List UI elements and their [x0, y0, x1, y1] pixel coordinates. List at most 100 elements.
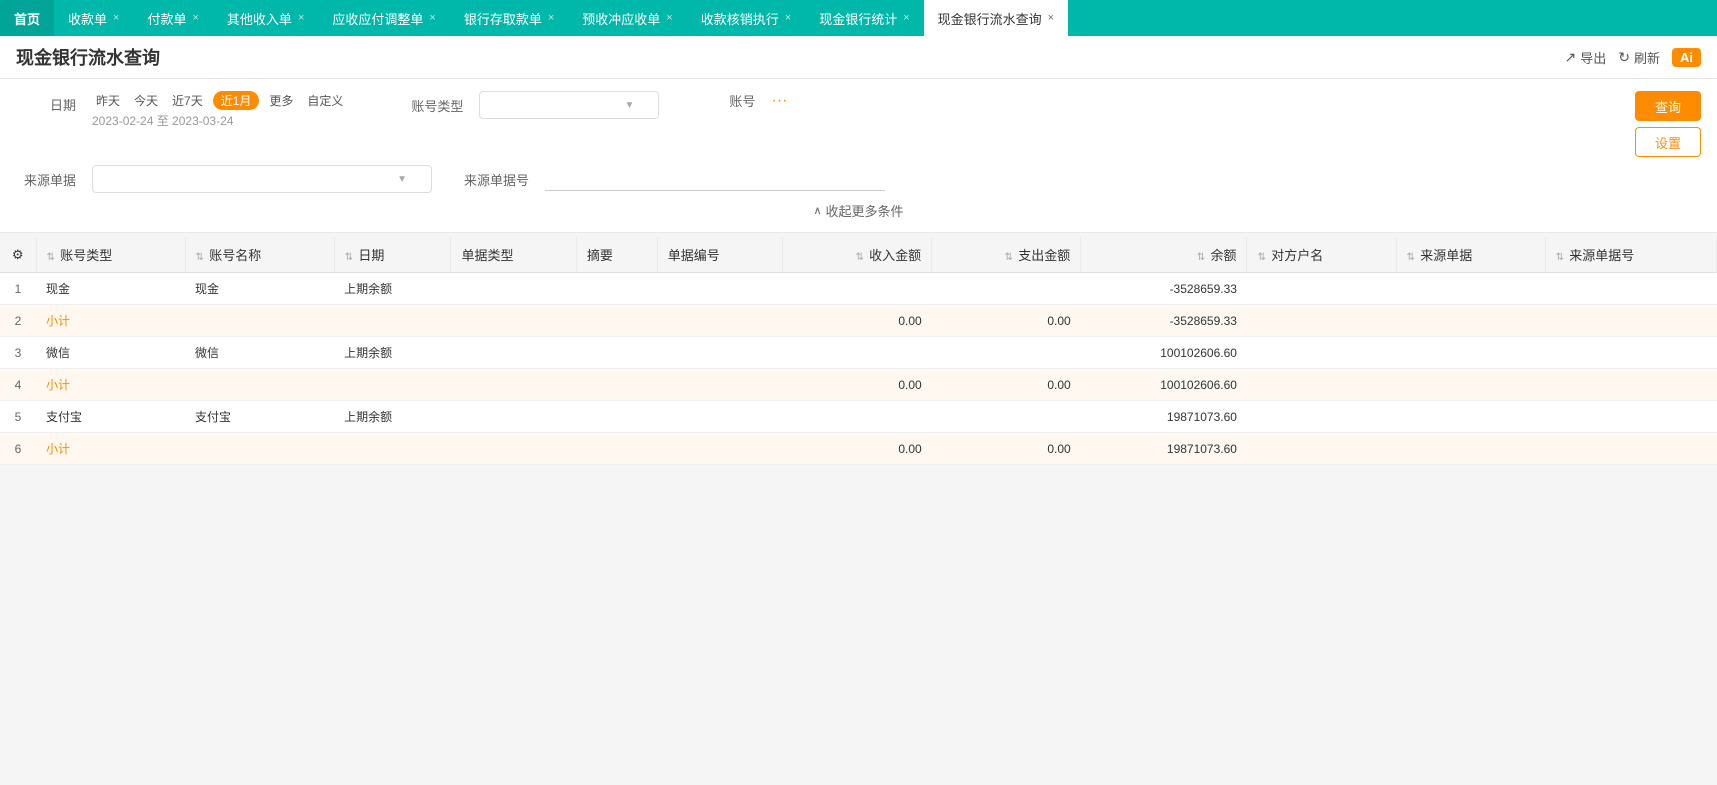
export-button[interactable]: ↗ 导出 — [1565, 48, 1607, 67]
ai-badge[interactable]: Ai — [1672, 48, 1701, 67]
col-doc-type[interactable]: 单据类型 — [451, 237, 576, 273]
row-income: 0.00 — [783, 433, 932, 465]
collapse-icon: ∧ — [813, 204, 821, 217]
account-label: 账号 — [695, 91, 755, 110]
nav-receipt-label: 收款单 — [68, 9, 107, 28]
nav-item-cash-bank-flow[interactable]: 现金银行流水查询 × — [924, 0, 1068, 36]
row-source-doc — [1396, 433, 1545, 465]
export-label: 导出 — [1580, 48, 1606, 67]
table-row[interactable]: 1现金现金上期余额-3528659.33 — [0, 273, 1717, 305]
nav-receipt-close[interactable]: × — [113, 12, 119, 24]
row-doc-number — [657, 369, 782, 401]
shortcut-more[interactable]: 更多 — [265, 91, 297, 110]
row-account-name — [185, 305, 334, 337]
settings-button[interactable]: 设置 — [1635, 127, 1701, 157]
col-balance[interactable]: ⇅ 余额 — [1081, 237, 1247, 273]
nav-item-home[interactable]: 首页 — [0, 0, 54, 36]
table-row[interactable]: 3微信微信上期余额100102606.60 — [0, 337, 1717, 369]
row-income: 0.00 — [783, 369, 932, 401]
nav-cash-bank-stat-close[interactable]: × — [903, 12, 909, 24]
row-summary — [576, 273, 657, 305]
row-num: 5 — [0, 401, 36, 433]
row-num: 6 — [0, 433, 36, 465]
col-date[interactable]: ⇅ 日期 — [334, 237, 451, 273]
query-button[interactable]: 查询 — [1635, 91, 1701, 121]
source-doc-select[interactable]: ▼ — [92, 165, 432, 193]
col-account-name[interactable]: ⇅ 账号名称 — [185, 237, 334, 273]
page-title: 现金银行流水查询 — [16, 44, 160, 70]
row-income: 0.00 — [783, 305, 932, 337]
header-actions: ↗ 导出 ↻ 刷新 Ai — [1565, 48, 1702, 67]
nav-bank-deposit-close[interactable]: × — [548, 12, 554, 24]
table-row[interactable]: 4小计0.000.00100102606.60 — [0, 369, 1717, 401]
row-summary — [576, 433, 657, 465]
row-balance: -3528659.33 — [1081, 273, 1247, 305]
nav-item-advance-offset[interactable]: 预收冲应收单 × — [568, 0, 686, 36]
account-more-dots[interactable]: ··· — [771, 92, 787, 110]
row-expense: 0.00 — [932, 433, 1081, 465]
nav-item-cash-bank-stat[interactable]: 现金银行统计 × — [805, 0, 923, 36]
nav-item-other-income[interactable]: 其他收入单 × — [213, 0, 318, 36]
refresh-button[interactable]: ↻ 刷新 — [1618, 48, 1660, 67]
row-income — [783, 401, 932, 433]
row-balance: -3528659.33 — [1081, 305, 1247, 337]
nav-item-payment[interactable]: 付款单 × — [133, 0, 212, 36]
nav-item-receipt[interactable]: 收款单 × — [54, 0, 133, 36]
row-account-name: 支付宝 — [185, 401, 334, 433]
col-expense[interactable]: ⇅ 支出金额 — [932, 237, 1081, 273]
nav-collection-exec-label: 收款核销执行 — [701, 9, 779, 28]
nav-payment-close[interactable]: × — [192, 12, 198, 24]
row-summary — [576, 305, 657, 337]
col-source-doc[interactable]: ⇅ 来源单据 — [1396, 237, 1545, 273]
col-source-doc-num[interactable]: ⇅ 来源单据号 — [1545, 237, 1716, 273]
table-container: ⚙ ⇅ 账号类型 ⇅ 账号名称 ⇅ 日期 单据类型 摘要 — [0, 237, 1717, 465]
row-account-type: 小计 — [36, 369, 185, 401]
nav-other-income-close[interactable]: × — [298, 12, 304, 24]
shortcut-today[interactable]: 今天 — [130, 91, 162, 110]
col-account-type[interactable]: ⇅ 账号类型 — [36, 237, 185, 273]
gear-icon[interactable]: ⚙ — [12, 247, 24, 262]
nav-cash-bank-flow-label: 现金银行流水查询 — [938, 9, 1042, 28]
nav-cash-bank-flow-close[interactable]: × — [1048, 12, 1054, 24]
nav-advance-offset-close[interactable]: × — [666, 12, 672, 24]
nav-receivable-adjust-close[interactable]: × — [429, 12, 435, 24]
col-settings[interactable]: ⚙ — [0, 237, 36, 273]
row-source-doc — [1396, 401, 1545, 433]
nav-item-collection-exec[interactable]: 收款核销执行 × — [687, 0, 805, 36]
table-row[interactable]: 2小计0.000.00-3528659.33 — [0, 305, 1717, 337]
row-source-doc-num — [1545, 337, 1716, 369]
table-row[interactable]: 5支付宝支付宝上期余额19871073.60 — [0, 401, 1717, 433]
nav-item-bank-deposit[interactable]: 银行存取款单 × — [450, 0, 568, 36]
shortcut-yesterday[interactable]: 昨天 — [92, 91, 124, 110]
nav-collection-exec-close[interactable]: × — [785, 12, 791, 24]
sort-expense-icon: ⇅ — [1004, 252, 1012, 263]
row-counterparty — [1247, 305, 1396, 337]
col-counterparty[interactable]: ⇅ 对方户名 — [1247, 237, 1396, 273]
shortcut-1month[interactable]: 近1月 — [213, 91, 260, 110]
source-doc-num-input[interactable] — [545, 167, 885, 191]
row-account-name: 微信 — [185, 337, 334, 369]
filter-area: 日期 昨天 今天 近7天 近1月 更多 自定义 2023-02-24 至 202… — [0, 79, 1717, 233]
row-counterparty — [1247, 433, 1396, 465]
nav-payment-label: 付款单 — [147, 9, 186, 28]
row-num: 1 — [0, 273, 36, 305]
sort-source-doc-num-icon: ⇅ — [1556, 252, 1564, 263]
row-account-type: 支付宝 — [36, 401, 185, 433]
col-income[interactable]: ⇅ 收入金额 — [783, 237, 932, 273]
table-row[interactable]: 6小计0.000.0019871073.60 — [0, 433, 1717, 465]
col-doc-number[interactable]: 单据编号 — [657, 237, 782, 273]
nav-item-receivable-adjust[interactable]: 应收应付调整单 × — [318, 0, 449, 36]
shortcut-7days[interactable]: 近7天 — [168, 91, 207, 110]
sort-account-name-icon: ⇅ — [196, 252, 204, 263]
shortcut-custom[interactable]: 自定义 — [303, 91, 347, 110]
source-doc-chevron: ▼ — [397, 174, 407, 185]
nav-cash-bank-stat-label: 现金银行统计 — [819, 9, 897, 28]
sort-source-doc-icon: ⇅ — [1407, 252, 1415, 263]
row-counterparty — [1247, 273, 1396, 305]
row-doc-type — [451, 273, 576, 305]
col-summary[interactable]: 摘要 — [576, 237, 657, 273]
row-doc-number — [657, 337, 782, 369]
row-source-doc-num — [1545, 433, 1716, 465]
collapse-bar[interactable]: ∧ 收起更多条件 — [16, 197, 1701, 224]
account-type-select[interactable]: ▼ — [479, 91, 659, 119]
